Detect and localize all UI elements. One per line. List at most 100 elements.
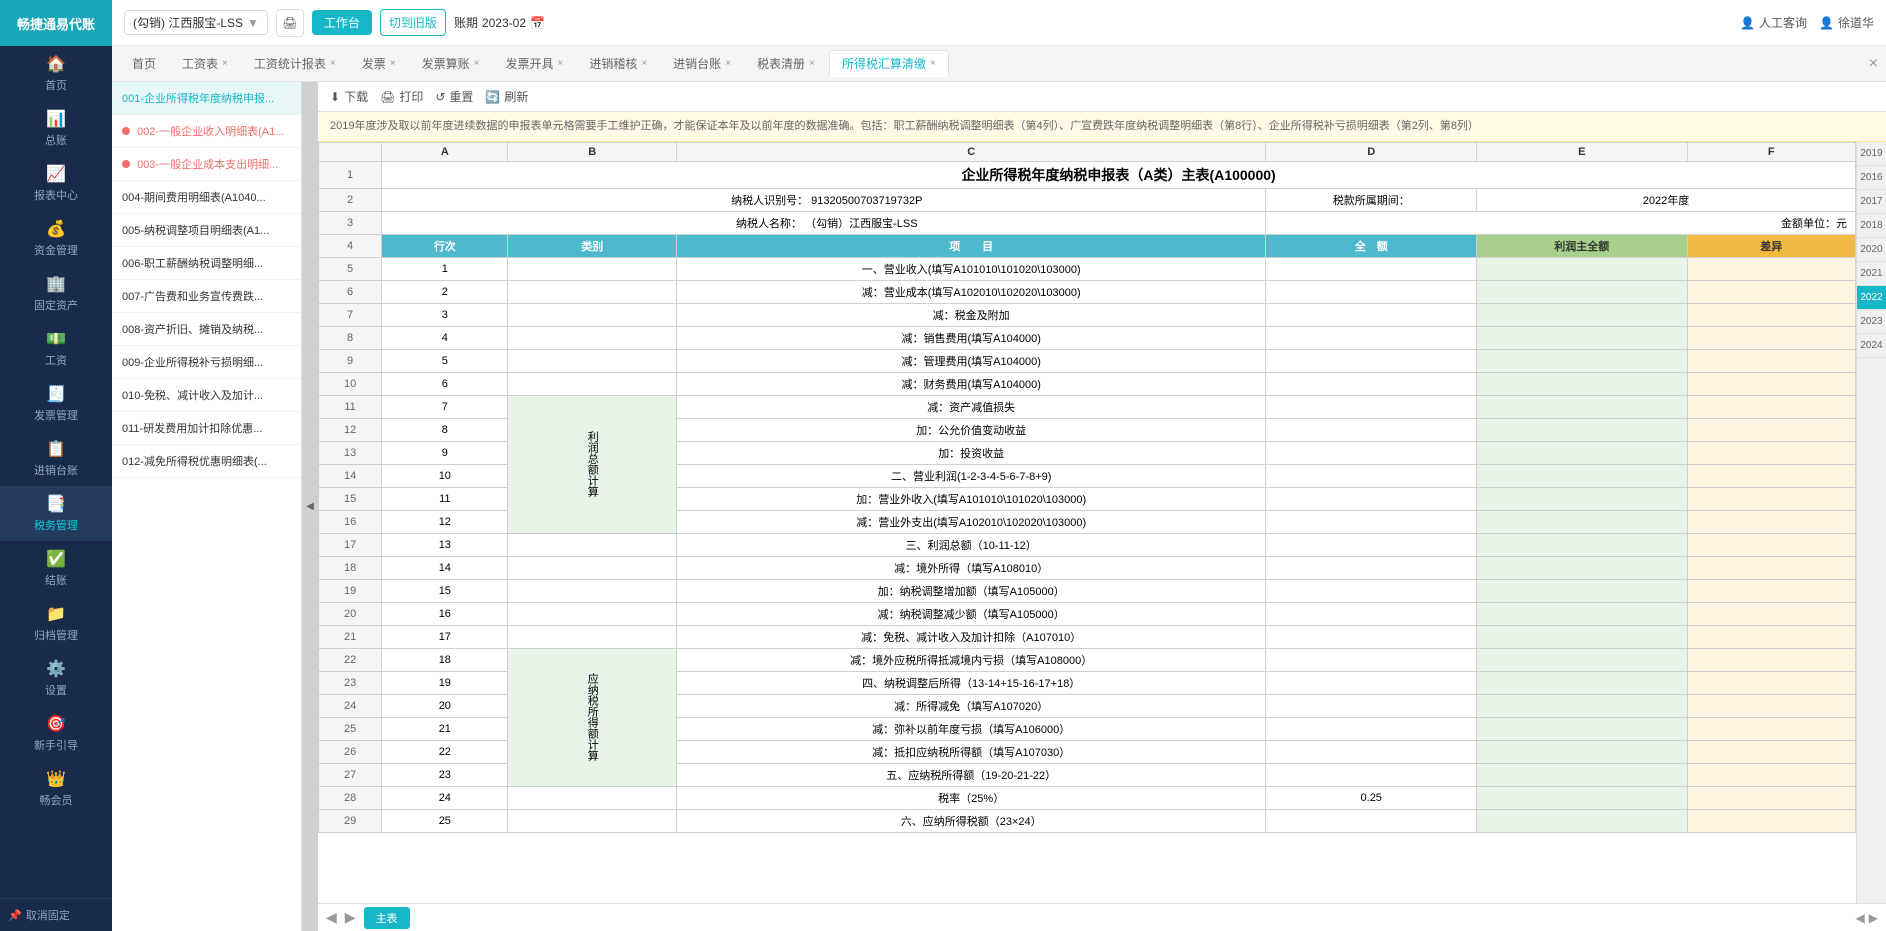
tab-payroll-stat[interactable]: 工资统计报表 × (242, 51, 348, 76)
sidebar-item-guide[interactable]: 🎯 新手引导 (0, 706, 112, 761)
cell-diff-20[interactable] (1687, 694, 1855, 717)
cell-amt-12[interactable] (1266, 510, 1477, 533)
cell-diff-14[interactable] (1687, 556, 1855, 579)
cell-item-23[interactable]: 五、应纳税所得额（19-20-21-22） (676, 763, 1266, 786)
cell-item-21[interactable]: 减：弥补以前年度亏损（填写A106000） (676, 717, 1266, 740)
cell-cat-14[interactable] (508, 556, 676, 579)
cell-line-24[interactable]: 24 (382, 786, 508, 809)
left-panel-item-001[interactable]: 001-企业所得税年度纳税申报... (112, 82, 301, 115)
tab-purchase[interactable]: 进销稽核 × (577, 51, 659, 76)
cell-cat-4[interactable] (508, 326, 676, 349)
cell-amt-7[interactable] (1266, 395, 1477, 418)
cell-line-10[interactable]: 10 (382, 464, 508, 487)
timeline-2016[interactable]: 2016 (1857, 166, 1886, 190)
cell-item-17[interactable]: 减：免税、减计收入及加计扣除（A107010） (676, 625, 1266, 648)
tab-invoice-calc-close[interactable]: × (474, 58, 480, 69)
cell-amt-5[interactable] (1266, 349, 1477, 372)
sheet-scroll-left[interactable]: ◀ (1856, 911, 1865, 925)
cell-line-16[interactable]: 16 (382, 602, 508, 625)
reset-button[interactable]: ↺ 重置 (435, 88, 473, 105)
cell-profit-4[interactable] (1477, 326, 1688, 349)
cell-cat-15[interactable] (508, 579, 676, 602)
tab-tax-clear-close[interactable]: × (809, 58, 815, 69)
cell-diff-18[interactable] (1687, 648, 1855, 671)
cell-diff-17[interactable] (1687, 625, 1855, 648)
cell-diff-1[interactable] (1687, 257, 1855, 280)
tab-invoice-calc[interactable]: 发票算账 × (410, 51, 492, 76)
cell-item-11[interactable]: 加：营业外收入(填写A101010\101020\103000) (676, 487, 1266, 510)
cell-profit-19[interactable] (1477, 671, 1688, 694)
cell-amt-14[interactable] (1266, 556, 1477, 579)
print-icon-btn[interactable]: 🖨 (276, 9, 304, 37)
timeline-2022[interactable]: 2022 (1857, 286, 1886, 310)
cell-profit-25[interactable] (1477, 809, 1688, 832)
cell-profit-5[interactable] (1477, 349, 1688, 372)
cell-profit-15[interactable] (1477, 579, 1688, 602)
tab-invoice[interactable]: 发票 × (350, 51, 408, 76)
cell-line-23[interactable]: 23 (382, 763, 508, 786)
cell-profit-14[interactable] (1477, 556, 1688, 579)
sidebar-item-invoice[interactable]: 🧾 发票管理 (0, 376, 112, 431)
timeline-2017[interactable]: 2017 (1857, 190, 1886, 214)
cell-profit-18[interactable] (1477, 648, 1688, 671)
cell-diff-9[interactable] (1687, 441, 1855, 464)
ai-service[interactable]: 👤 人工客询 (1740, 14, 1807, 31)
cell-item-15[interactable]: 加：纳税调整增加额（填写A105000） (676, 579, 1266, 602)
cell-diff-19[interactable] (1687, 671, 1855, 694)
cell-amt-13[interactable] (1266, 533, 1477, 556)
tab-invoice-open-close[interactable]: × (557, 58, 563, 69)
cell-cat-5[interactable] (508, 349, 676, 372)
cell-line-19[interactable]: 19 (382, 671, 508, 694)
sidebar-item-settings[interactable]: ⚙️ 设置 (0, 651, 112, 706)
cell-cat-13[interactable] (508, 533, 676, 556)
cell-item-24[interactable]: 税率（25%） (676, 786, 1266, 809)
cell-diff-10[interactable] (1687, 464, 1855, 487)
cell-line-11[interactable]: 11 (382, 487, 508, 510)
cell-diff-11[interactable] (1687, 487, 1855, 510)
tab-invoice-open[interactable]: 发票开具 × (493, 51, 575, 76)
cell-line-13[interactable]: 13 (382, 533, 508, 556)
timeline-2024[interactable]: 2024 (1857, 334, 1886, 358)
cell-amt-2[interactable] (1266, 280, 1477, 303)
left-panel-item-004[interactable]: 004-期间费用明细表(A1040... (112, 181, 301, 214)
cell-cat-1[interactable] (508, 257, 676, 280)
cell-amt-15[interactable] (1266, 579, 1477, 602)
cell-profit-20[interactable] (1477, 694, 1688, 717)
cell-item-12[interactable]: 减：营业外支出(填写A102010\102020\103000) (676, 510, 1266, 533)
cell-amt-19[interactable] (1266, 671, 1477, 694)
cell-amt-9[interactable] (1266, 441, 1477, 464)
left-panel-item-009[interactable]: 009-企业所得税补亏损明细... (112, 346, 301, 379)
cell-line-6[interactable]: 6 (382, 372, 508, 395)
refresh-button[interactable]: 🔄 刷新 (485, 88, 528, 105)
sidebar-item-fund[interactable]: 💰 资金管理 (0, 211, 112, 266)
sidebar-item-home[interactable]: 🏠 首页 (0, 46, 112, 101)
cell-line-3[interactable]: 3 (382, 303, 508, 326)
cell-amt-24[interactable]: 0.25 (1266, 786, 1477, 809)
cell-profit-2[interactable] (1477, 280, 1688, 303)
tab-income-tax-close[interactable]: × (930, 58, 936, 69)
cell-item-13[interactable]: 三、利润总额（10-11-12） (676, 533, 1266, 556)
cell-item-16[interactable]: 减：纳税调整减少额（填写A105000） (676, 602, 1266, 625)
cell-cat-2[interactable] (508, 280, 676, 303)
spreadsheet-container[interactable]: A B C D E F 1 企业所 (318, 142, 1886, 904)
cell-profit-16[interactable] (1477, 602, 1688, 625)
download-button[interactable]: ⬇ 下载 (330, 88, 368, 105)
user-profile[interactable]: 👤 徐道华 (1819, 14, 1874, 31)
left-panel-item-011[interactable]: 011-研发费用加计扣除优惠... (112, 412, 301, 445)
cell-diff-8[interactable] (1687, 418, 1855, 441)
cell-item-18[interactable]: 减：境外应税所得抵减境内亏损（填写A108000） (676, 648, 1266, 671)
cell-item-19[interactable]: 四、纳税调整后所得（13-14+15-16-17+18） (676, 671, 1266, 694)
tab-sales-ledger[interactable]: 进销台账 × (661, 51, 743, 76)
cell-line-9[interactable]: 9 (382, 441, 508, 464)
cell-diff-15[interactable] (1687, 579, 1855, 602)
cell-diff-16[interactable] (1687, 602, 1855, 625)
cell-line-1[interactable]: 1 (382, 257, 508, 280)
company-selector[interactable]: (勾销) 江西服宝-LSS ▼ (124, 10, 268, 35)
cell-profit-10[interactable] (1477, 464, 1688, 487)
cell-profit-13[interactable] (1477, 533, 1688, 556)
cell-cat-6[interactable] (508, 372, 676, 395)
cell-diff-7[interactable] (1687, 395, 1855, 418)
cell-item-2[interactable]: 减：营业成本(填写A102010\102020\103000) (676, 280, 1266, 303)
sidebar-item-closing[interactable]: ✅ 结账 (0, 541, 112, 596)
cell-item-7[interactable]: 减：资产减值损失 (676, 395, 1266, 418)
